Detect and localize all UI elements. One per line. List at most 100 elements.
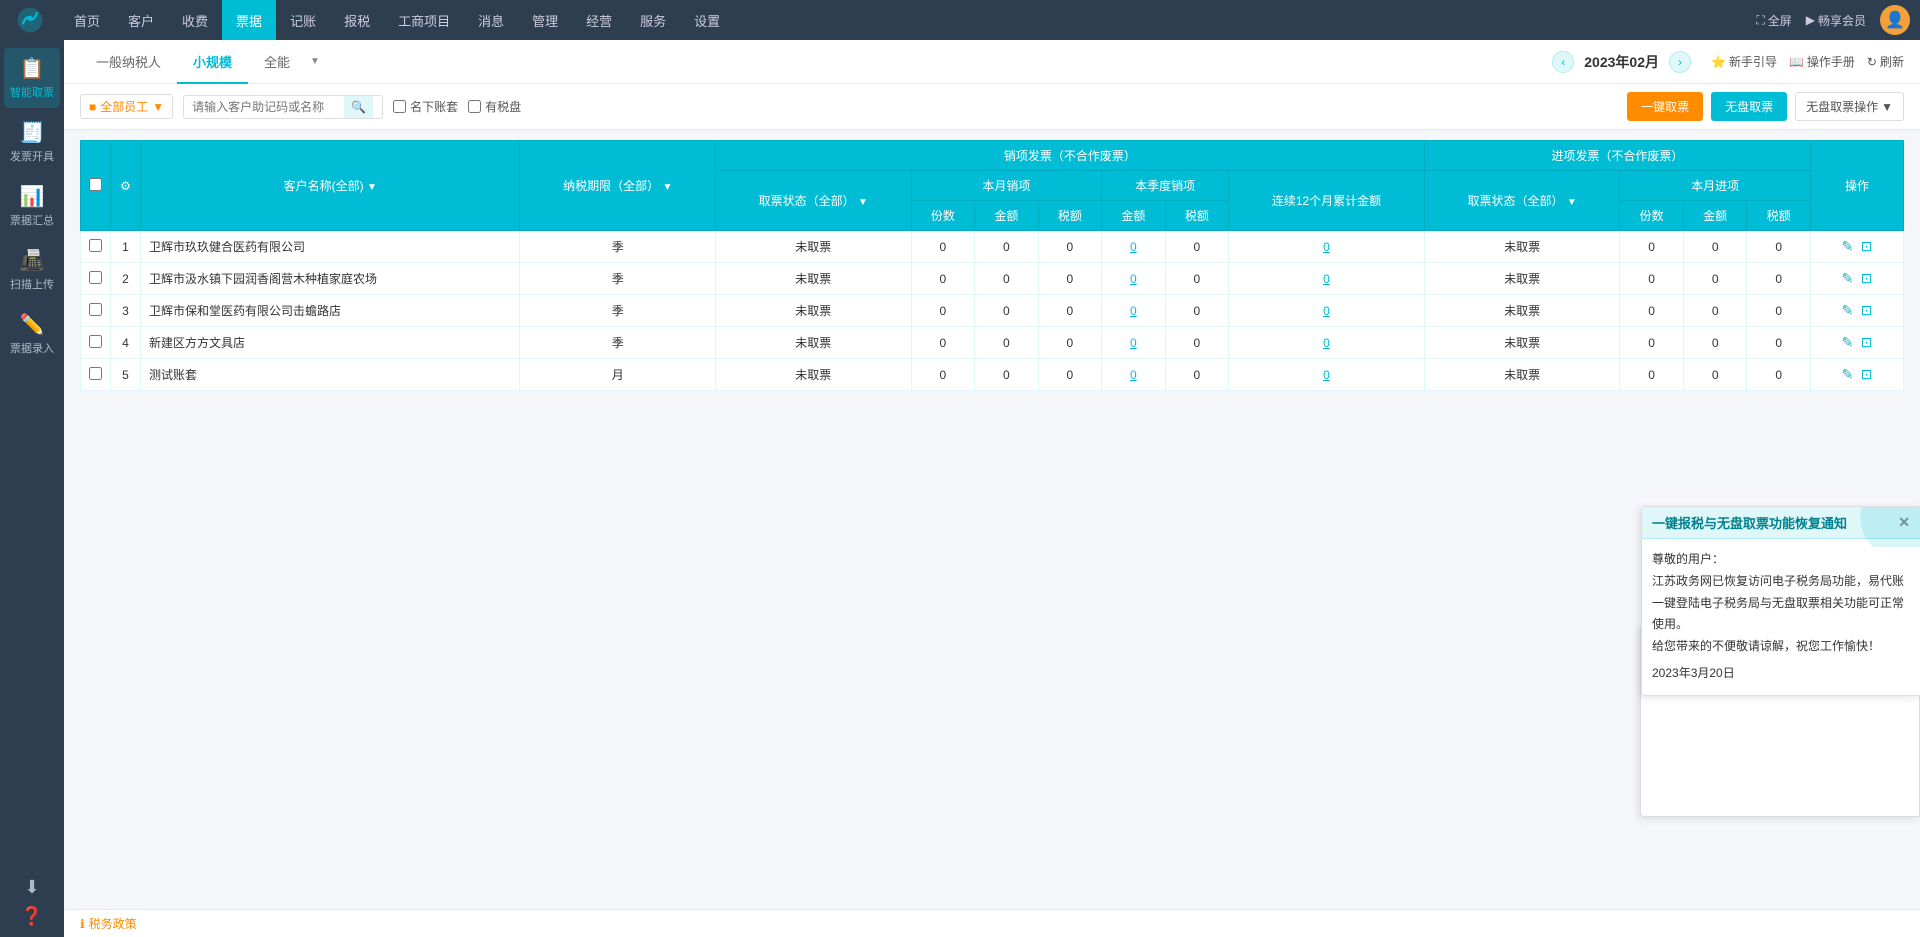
nav-item-charge[interactable]: 收费 <box>168 0 222 40</box>
nav-item-operate[interactable]: 经营 <box>572 0 626 40</box>
view-icon-4[interactable]: ⊡ <box>1861 366 1873 382</box>
row-sales-status-2: 未取票 <box>716 295 912 327</box>
row-sales-cumulative-1: 0 <box>1229 263 1425 295</box>
row-name-1: 卫辉市汲水镇下园润香阁营木种植家庭农场 <box>141 263 520 295</box>
nav-item-service[interactable]: 服务 <box>626 0 680 40</box>
sidebar-item-invoice-open[interactable]: 🧾 发票开具 <box>4 112 60 172</box>
has-tax-checkbox[interactable] <box>468 100 481 113</box>
nav-item-client[interactable]: 客户 <box>114 0 168 40</box>
tab-small-scale[interactable]: 小规模 <box>177 40 248 84</box>
view-icon-2[interactable]: ⊡ <box>1861 302 1873 318</box>
settings-icon[interactable]: ⚙ <box>120 179 131 193</box>
nav-item-business[interactable]: 工商项目 <box>384 0 464 40</box>
nav-item-home[interactable]: 首页 <box>60 0 114 40</box>
row-sales-quarter-tax-0: 0 <box>1165 231 1229 263</box>
row-no-3: 4 <box>111 327 141 359</box>
star-icon: ⭐ <box>1711 55 1726 69</box>
row-sales-quarter-amount-4: 0 <box>1102 359 1166 391</box>
no-disk-ops-btn[interactable]: 无盘取票操作 ▼ <box>1795 92 1904 121</box>
my-account-checkbox[interactable] <box>393 100 406 113</box>
row-sales-quarter-tax-3: 0 <box>1165 327 1229 359</box>
row-checkbox-0[interactable] <box>81 231 111 263</box>
notification-close-btn[interactable]: ✕ <box>1898 514 1910 531</box>
row-in-status-4: 未取票 <box>1424 359 1620 391</box>
row-tax-period-3: 季 <box>520 327 716 359</box>
row-checkbox-2[interactable] <box>81 295 111 327</box>
sidebar-item-ticket-summary[interactable]: 📊 票据汇总 <box>4 176 60 236</box>
row-in-month-count-0: 0 <box>1620 231 1684 263</box>
row-sales-status-3: 未取票 <box>716 327 912 359</box>
row-actions-1: ✎ ⊡ <box>1810 263 1903 295</box>
row-in-month-amount-2: 0 <box>1683 295 1747 327</box>
tab-general-taxpayer[interactable]: 一般纳税人 <box>80 40 177 84</box>
manual-btn[interactable]: 📖 操作手册 <box>1789 53 1855 70</box>
search-button[interactable]: 🔍 <box>344 96 373 118</box>
view-icon-3[interactable]: ⊡ <box>1861 334 1873 350</box>
tab-all-nav[interactable]: 全能 ▼ <box>248 40 320 83</box>
col-in-month-tax: 税额 <box>1747 201 1811 231</box>
my-account-check[interactable]: 名下账套 <box>393 98 458 115</box>
col-sales-group: 销项发票（不合作废票） <box>716 141 1425 171</box>
select-all-checkbox[interactable] <box>89 178 102 191</box>
row-sales-month-count-0: 0 <box>911 231 975 263</box>
nav-item-settings[interactable]: 设置 <box>680 0 734 40</box>
col-sales-quarter-amount: 金额 <box>1102 201 1166 231</box>
sidebar-item-ticket-entry[interactable]: ✏️ 票据录入 <box>4 304 60 364</box>
has-tax-check[interactable]: 有税盘 <box>468 98 521 115</box>
nav-item-message[interactable]: 消息 <box>464 0 518 40</box>
row-actions-3: ✎ ⊡ <box>1810 327 1903 359</box>
client-filter-icon[interactable]: ▼ <box>367 182 377 193</box>
one-key-ticket-btn[interactable]: 一键取票 <box>1627 92 1703 121</box>
new-guide-btn[interactable]: ⭐ 新手引导 <box>1711 53 1777 70</box>
member-icon: ▶ <box>1806 13 1815 27</box>
row-in-month-tax-0: 0 <box>1747 231 1811 263</box>
main-table: ⚙ 客户名称(全部) ▼ 纳税期限（全部） ▼ 销项发票（不合作废票） 进项发票… <box>80 140 1904 391</box>
book-icon: 📖 <box>1789 55 1804 69</box>
fullscreen-btn[interactable]: ⛶ 全屏 <box>1756 12 1791 29</box>
filter-color-dot: ■ <box>89 100 96 114</box>
col-client-name: 客户名称(全部) ▼ <box>141 141 520 231</box>
edit-icon-0[interactable]: ✎ <box>1842 238 1854 254</box>
row-sales-quarter-tax-2: 0 <box>1165 295 1229 327</box>
tab-all[interactable]: 全能 <box>248 40 306 84</box>
row-name-3: 新建区方方文具店 <box>141 327 520 359</box>
row-sales-month-tax-2: 0 <box>1038 295 1102 327</box>
sidebar-item-scan-upload[interactable]: 📠 扫描上传 <box>4 240 60 300</box>
member-btn[interactable]: ▶ 畅享会员 <box>1806 12 1866 29</box>
nav-item-tax[interactable]: 报税 <box>330 0 384 40</box>
refresh-btn[interactable]: ↻ 刷新 <box>1867 53 1904 70</box>
date-next-btn[interactable]: › <box>1669 51 1691 73</box>
edit-icon-2[interactable]: ✎ <box>1842 302 1854 318</box>
row-sales-quarter-amount-3: 0 <box>1102 327 1166 359</box>
view-icon-0[interactable]: ⊡ <box>1861 238 1873 254</box>
employee-filter[interactable]: ■ 全部员工 ▼ <box>80 94 173 119</box>
nav-item-ticket[interactable]: 票据 <box>222 0 276 40</box>
search-input[interactable] <box>184 96 344 118</box>
tab-all-chevron-icon: ▼ <box>310 56 320 67</box>
view-icon-1[interactable]: ⊡ <box>1861 270 1873 286</box>
row-sales-quarter-amount-1: 0 <box>1102 263 1166 295</box>
date-display: 2023年02月 <box>1584 52 1659 72</box>
row-actions-2: ✎ ⊡ <box>1810 295 1903 327</box>
in-status-filter-icon[interactable]: ▼ <box>1567 197 1577 208</box>
notification-body: 尊敬的用户： 江苏政务网已恢复访问电子税务局功能，易代账一键登陆电子税务局与无盘… <box>1642 539 1920 695</box>
row-sales-cumulative-2: 0 <box>1229 295 1425 327</box>
nav-item-manage[interactable]: 管理 <box>518 0 572 40</box>
sidebar-bottom-help[interactable]: ❓ <box>21 906 43 927</box>
row-checkbox-3[interactable] <box>81 327 111 359</box>
no-disk-ticket-btn[interactable]: 无盘取票 <box>1711 92 1787 121</box>
avatar[interactable]: 👤 <box>1880 5 1910 35</box>
row-sales-month-amount-4: 0 <box>975 359 1039 391</box>
row-checkbox-1[interactable] <box>81 263 111 295</box>
edit-icon-1[interactable]: ✎ <box>1842 270 1854 286</box>
tax-period-filter-icon[interactable]: ▼ <box>662 182 672 193</box>
sidebar-item-smart-ticket[interactable]: 📋 智能取票 <box>4 48 60 108</box>
edit-icon-4[interactable]: ✎ <box>1842 366 1854 382</box>
sales-status-filter-icon[interactable]: ▼ <box>858 197 868 208</box>
date-prev-btn[interactable]: ‹ <box>1552 51 1574 73</box>
edit-icon-3[interactable]: ✎ <box>1842 334 1854 350</box>
sidebar-bottom-download[interactable]: ⬇ <box>24 877 39 898</box>
nav-item-account[interactable]: 记账 <box>276 0 330 40</box>
tax-policy-link[interactable]: ℹ 税务政策 <box>80 915 137 932</box>
row-checkbox-4[interactable] <box>81 359 111 391</box>
